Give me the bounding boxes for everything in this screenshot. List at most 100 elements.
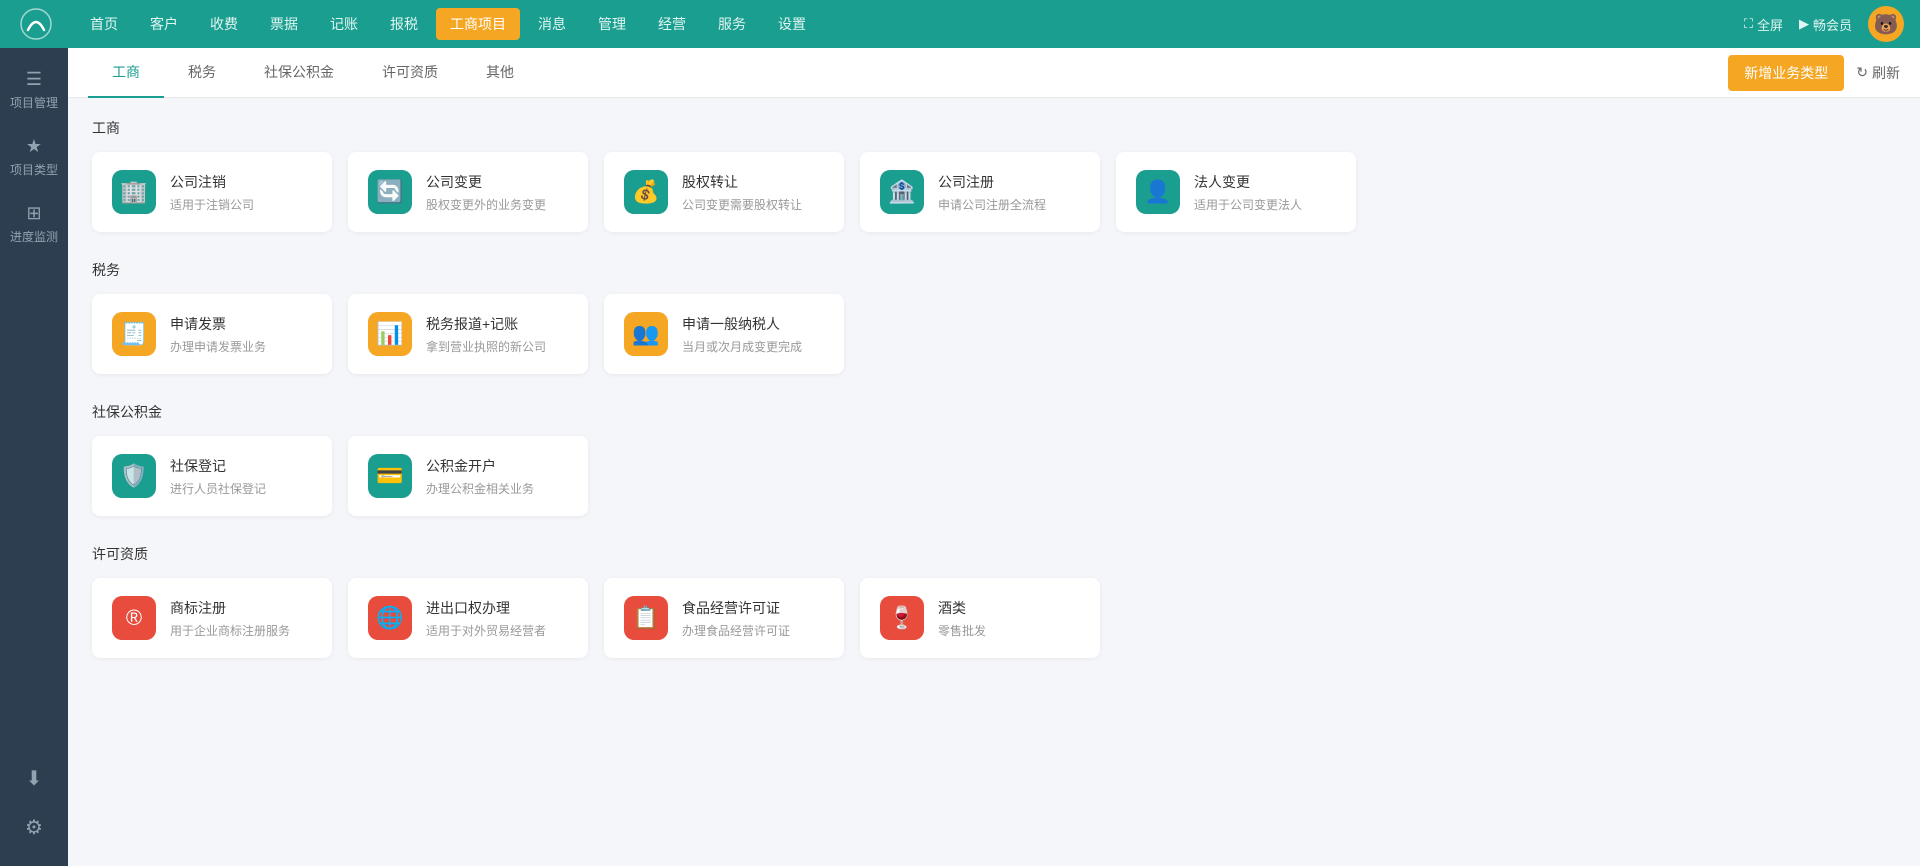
section-title: 社保公积金 xyxy=(92,402,1896,422)
card-icon: 👥 xyxy=(624,312,668,356)
card-icon: 🏢 xyxy=(112,170,156,214)
card-税务报道+记账[interactable]: 📊税务报道+记账拿到营业执照的新公司 xyxy=(348,294,588,374)
tab-items: 工商税务社保公积金许可资质其他 xyxy=(88,48,1728,97)
card-name: 进出口权办理 xyxy=(426,598,546,618)
card-text: 股权转让公司变更需要股权转让 xyxy=(682,172,802,213)
card-text: 公司变更股权变更外的业务变更 xyxy=(426,172,546,213)
card-申请一般纳税人[interactable]: 👥申请一般纳税人当月或次月成变更完成 xyxy=(604,294,844,374)
card-name: 酒类 xyxy=(938,598,986,618)
nav-item-设置[interactable]: 设置 xyxy=(764,8,820,40)
card-text: 公司注销适用于注销公司 xyxy=(170,172,254,213)
card-desc: 当月或次月成变更完成 xyxy=(682,338,802,355)
card-text: 商标注册用于企业商标注册服务 xyxy=(170,598,290,639)
tab-工商[interactable]: 工商 xyxy=(88,48,164,98)
card-股权转让[interactable]: 💰 股权转让公司变更需要股权转让 xyxy=(604,152,844,232)
card-公司注销[interactable]: 🏢 公司注销适用于注销公司 xyxy=(92,152,332,232)
left-sidebar: ☰ 项目管理 ★ 项目类型 ⊞ 进度监测 ⬇ ⚙ xyxy=(0,48,68,866)
section-税务: 税务 🧾申请发票办理申请发票业务📊税务报道+记账拿到营业执照的新公司👥申请一般纳税… xyxy=(92,260,1896,374)
section-许可资质: 许可资质®商标注册用于企业商标注册服务🌐进出口权办理适用于对外贸易经营者📋食品经… xyxy=(92,544,1896,658)
card-name: 公司注册 xyxy=(938,172,1046,192)
card-text: 社保登记进行人员社保登记 xyxy=(170,456,266,497)
nav-item-管理[interactable]: 管理 xyxy=(584,8,640,40)
tab-其他[interactable]: 其他 xyxy=(462,48,538,98)
card-法人变更[interactable]: 👤法人变更适用于公司变更法人 xyxy=(1116,152,1356,232)
nav-item-首页[interactable]: 首页 xyxy=(76,8,132,40)
card-食品经营许可证[interactable]: 📋食品经营许可证办理食品经营许可证 xyxy=(604,578,844,658)
card-icon: 🌐 xyxy=(368,596,412,640)
nav-item-经营[interactable]: 经营 xyxy=(644,8,700,40)
card-text: 税务报道+记账拿到营业执照的新公司 xyxy=(426,314,546,355)
card-text: 酒类零售批发 xyxy=(938,598,986,639)
card-name: 公司变更 xyxy=(426,172,546,192)
card-name: 税务报道+记账 xyxy=(426,314,546,334)
card-desc: 公司变更需要股权转让 xyxy=(682,196,802,213)
card-icon: 💰 xyxy=(624,170,668,214)
card-icon: 💳 xyxy=(368,454,412,498)
refresh-label: 刷新 xyxy=(1872,63,1900,83)
member-icon: ▶ xyxy=(1799,16,1809,32)
card-申请发票[interactable]: 🧾申请发票办理申请发票业务 xyxy=(92,294,332,374)
card-进出口权办理[interactable]: 🌐 进出口权办理适用于对外贸易经营者 xyxy=(348,578,588,658)
card-desc: 拿到营业执照的新公司 xyxy=(426,338,546,355)
card-desc: 申请公司注册全流程 xyxy=(938,196,1046,213)
card-icon: 🔄 xyxy=(368,170,412,214)
sidebar-label-project-type: 项目类型 xyxy=(10,161,58,178)
sidebar-item-project-management[interactable]: ☰ 项目管理 xyxy=(0,56,68,123)
settings-wheel-button[interactable]: ⚙ xyxy=(15,805,53,850)
sidebar-item-project-type[interactable]: ★ 项目类型 xyxy=(0,123,68,190)
member-label: 畅会员 xyxy=(1813,15,1852,34)
download-button[interactable]: ⬇ xyxy=(15,756,53,801)
card-text: 公积金开户办理公积金相关业务 xyxy=(426,456,534,497)
card-text: 申请发票办理申请发票业务 xyxy=(170,314,266,355)
nav-item-报税[interactable]: 报税 xyxy=(376,8,432,40)
card-icon: 🍷 xyxy=(880,596,924,640)
tab-税务[interactable]: 税务 xyxy=(164,48,240,98)
card-name: 公积金开户 xyxy=(426,456,534,476)
nav-item-票据[interactable]: 票据 xyxy=(256,8,312,40)
card-name: 商标注册 xyxy=(170,598,290,618)
nav-item-记账[interactable]: 记账 xyxy=(316,8,372,40)
section-title: 税务 xyxy=(92,260,1896,280)
refresh-button[interactable]: ↻ 刷新 xyxy=(1856,63,1900,83)
sidebar-label-project-management: 项目管理 xyxy=(10,94,58,111)
cards-grid: 🧾申请发票办理申请发票业务📊税务报道+记账拿到营业执照的新公司👥申请一般纳税人当… xyxy=(92,294,1896,374)
refresh-icon: ↻ xyxy=(1856,64,1868,81)
card-name: 社保登记 xyxy=(170,456,266,476)
content-area: 工商税务社保公积金许可资质其他 新增业务类型 ↻ 刷新 工商🏢公司注销适用于注销… xyxy=(68,48,1920,866)
sidebar-label-progress-monitor: 进度监测 xyxy=(10,228,58,245)
card-酒类[interactable]: 🍷 酒类零售批发 xyxy=(860,578,1100,658)
nav-item-客户[interactable]: 客户 xyxy=(136,8,192,40)
card-公司注册[interactable]: 🏦 公司注册申请公司注册全流程 xyxy=(860,152,1100,232)
tab-许可资质[interactable]: 许可资质 xyxy=(358,48,462,98)
card-社保登记[interactable]: 🛡️ 社保登记进行人员社保登记 xyxy=(92,436,332,516)
card-公司变更[interactable]: 🔄 公司变更股权变更外的业务变更 xyxy=(348,152,588,232)
nav-item-消息[interactable]: 消息 xyxy=(524,8,580,40)
user-avatar[interactable]: 🐻 xyxy=(1868,6,1904,42)
star-icon: ★ xyxy=(23,135,45,157)
nav-item-服务[interactable]: 服务 xyxy=(704,8,760,40)
monitor-icon: ⊞ xyxy=(23,202,45,224)
sidebar-bottom: ⬇ ⚙ xyxy=(15,756,53,866)
new-type-button[interactable]: 新增业务类型 xyxy=(1728,55,1844,91)
scroll-content[interactable]: 工商 🏢 公司注销适用于注销公司 🔄 公司变更股权变更外的业务变更 💰 股权转让公司变更需要… xyxy=(68,98,1920,866)
card-商标注册[interactable]: ®商标注册用于企业商标注册服务 xyxy=(92,578,332,658)
tab-社保公积金[interactable]: 社保公积金 xyxy=(240,48,358,98)
card-公积金开户[interactable]: 💳 公积金开户办理公积金相关业务 xyxy=(348,436,588,516)
section-title: 工商 xyxy=(92,118,1896,138)
nav-item-工商项目[interactable]: 工商项目 xyxy=(436,8,520,40)
sidebar-item-progress-monitor[interactable]: ⊞ 进度监测 xyxy=(0,190,68,257)
card-desc: 办理申请发票业务 xyxy=(170,338,266,355)
fullscreen-button[interactable]: ⛶ 全屏 xyxy=(1744,15,1783,34)
logo xyxy=(16,4,56,44)
nav-item-收费[interactable]: 收费 xyxy=(196,8,252,40)
card-desc: 股权变更外的业务变更 xyxy=(426,196,546,213)
cards-grid: 🏢 公司注销适用于注销公司 🔄 公司变更股权变更外的业务变更 💰 股权转让公司变更需要股权… xyxy=(92,152,1896,232)
tab-actions: 新增业务类型 ↻ 刷新 xyxy=(1728,55,1900,91)
card-text: 公司注册申请公司注册全流程 xyxy=(938,172,1046,213)
member-button[interactable]: ▶ 畅会员 xyxy=(1799,15,1852,34)
card-icon: 🛡️ xyxy=(112,454,156,498)
card-icon: 🏦 xyxy=(880,170,924,214)
card-desc: 适用于注销公司 xyxy=(170,196,254,213)
card-name: 法人变更 xyxy=(1194,172,1302,192)
card-desc: 适用于对外贸易经营者 xyxy=(426,622,546,639)
